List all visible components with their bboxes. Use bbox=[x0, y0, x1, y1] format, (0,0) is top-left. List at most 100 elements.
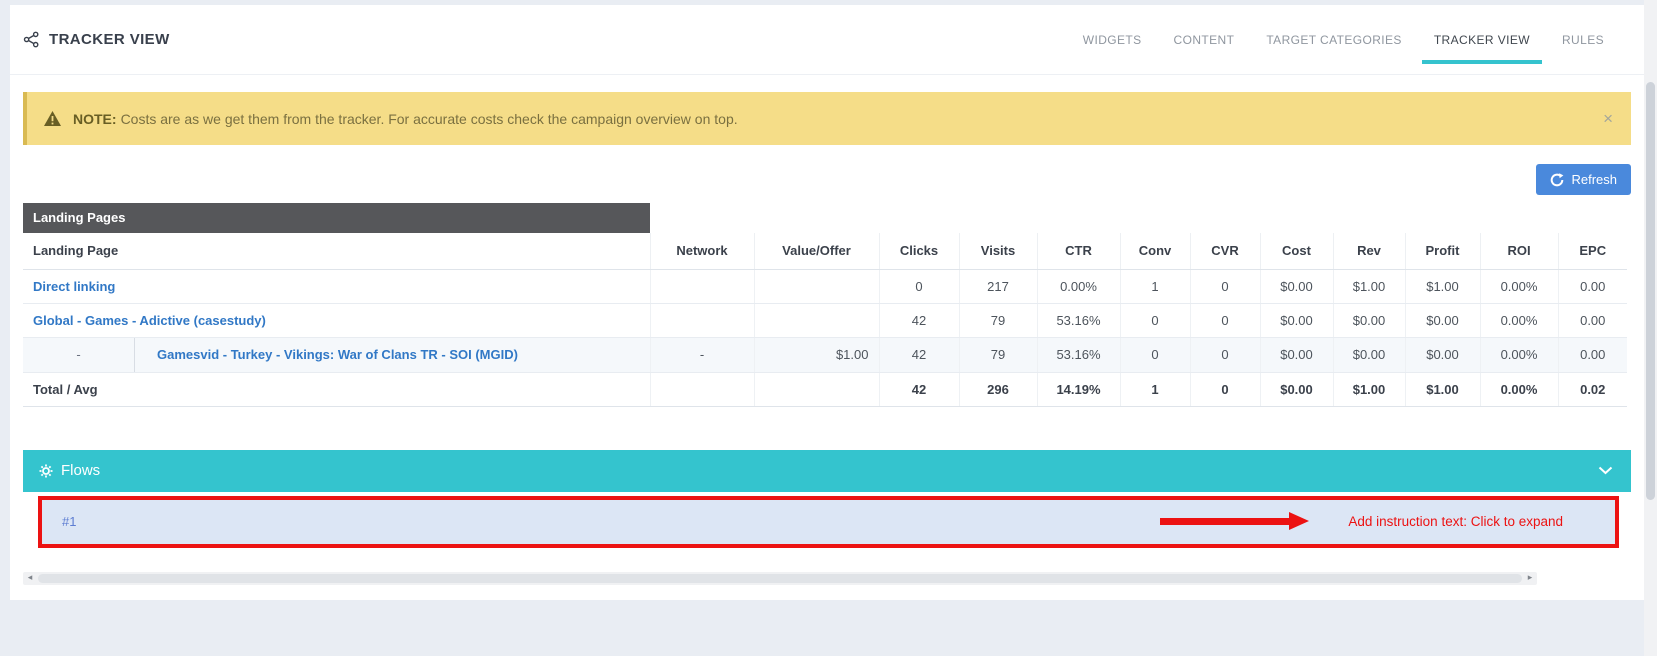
cell-profit: $0.00 bbox=[1404, 303, 1480, 338]
flows-body: #1 Add instruction text: Click to expand bbox=[23, 491, 1631, 560]
vertical-scrollbar[interactable] bbox=[1644, 0, 1657, 656]
cell-network bbox=[649, 303, 754, 338]
flows-header[interactable]: Flows bbox=[23, 449, 1631, 492]
col-value-offer: Value/Offer bbox=[753, 233, 879, 270]
cell-visits: 79 bbox=[958, 337, 1037, 373]
cell-visits: 79 bbox=[958, 303, 1037, 338]
cell-rev: $0.00 bbox=[1332, 337, 1405, 373]
table-subrow: - Gamesvid - Turkey - Vikings: War of Cl… bbox=[23, 337, 1627, 373]
cell-ctr: 53.16% bbox=[1036, 337, 1120, 373]
cell-clicks: 0 bbox=[878, 269, 959, 304]
cell-profit: $1.00 bbox=[1404, 372, 1480, 407]
subrow-dash: - bbox=[23, 337, 135, 372]
cell-cvr: 0 bbox=[1189, 303, 1260, 338]
cell-network bbox=[649, 269, 754, 304]
cell-visits: 296 bbox=[958, 372, 1037, 407]
cell-clicks: 42 bbox=[878, 337, 959, 373]
cell-cvr: 0 bbox=[1189, 372, 1260, 407]
col-conv: Conv bbox=[1119, 233, 1190, 270]
cell-cvr: 0 bbox=[1189, 337, 1260, 373]
cell-conv: 1 bbox=[1119, 372, 1190, 407]
cell-roi: 0.00% bbox=[1479, 269, 1558, 304]
table-header-row: Landing Page Network Value/Offer Clicks … bbox=[23, 233, 1627, 270]
cell-profit: $1.00 bbox=[1404, 269, 1480, 304]
cell-ctr: 53.16% bbox=[1036, 303, 1120, 338]
cell-rev: $0.00 bbox=[1332, 303, 1405, 338]
tab-content[interactable]: CONTENT bbox=[1174, 33, 1235, 47]
col-roi: ROI bbox=[1479, 233, 1558, 270]
top-bar: TRACKER VIEW WIDGETS CONTENT TARGET CATE… bbox=[10, 5, 1644, 75]
chevron-down-icon[interactable] bbox=[1598, 466, 1613, 475]
table-row: Global - Games - Adictive (casestudy) 42… bbox=[23, 303, 1627, 338]
annotation-arrow bbox=[1160, 512, 1310, 530]
landing-page-link[interactable]: Global - Games - Adictive (casestudy) bbox=[33, 313, 266, 328]
scroll-left-arrow-icon[interactable]: ◂ bbox=[23, 572, 37, 585]
cell-value-offer bbox=[753, 269, 879, 304]
cell-roi: 0.00% bbox=[1479, 372, 1558, 407]
col-visits: Visits bbox=[958, 233, 1037, 270]
refresh-button[interactable]: Refresh bbox=[1536, 164, 1631, 195]
warning-icon bbox=[43, 110, 62, 127]
col-clicks: Clicks bbox=[878, 233, 959, 270]
cell-cost: $0.00 bbox=[1259, 303, 1333, 338]
tab-tracker-view[interactable]: TRACKER VIEW bbox=[1421, 33, 1543, 64]
cell-cost: $0.00 bbox=[1259, 269, 1333, 304]
cell-cvr: 0 bbox=[1189, 269, 1260, 304]
cell-network bbox=[649, 372, 754, 407]
cell-rev: $1.00 bbox=[1332, 372, 1405, 407]
cell-conv: 0 bbox=[1119, 303, 1190, 338]
cell-conv: 1 bbox=[1119, 269, 1190, 304]
flows-title: Flows bbox=[61, 462, 101, 479]
col-network: Network bbox=[649, 233, 754, 270]
cell-roi: 0.00% bbox=[1479, 303, 1558, 338]
horizontal-scrollbar[interactable]: ◂ ▸ bbox=[23, 571, 1537, 585]
cell-epc: 0.02 bbox=[1557, 372, 1627, 407]
offer-link[interactable]: Gamesvid - Turkey - Vikings: War of Clan… bbox=[135, 338, 518, 372]
cell-epc: 0.00 bbox=[1557, 303, 1627, 338]
cell-cost: $0.00 bbox=[1259, 337, 1333, 373]
col-cost: Cost bbox=[1259, 233, 1333, 270]
col-cvr: CVR bbox=[1189, 233, 1260, 270]
main-card: TRACKER VIEW WIDGETS CONTENT TARGET CATE… bbox=[10, 5, 1644, 600]
cell-value-offer bbox=[753, 372, 879, 407]
cell-ctr: 14.19% bbox=[1036, 372, 1120, 407]
tab-widgets[interactable]: WIDGETS bbox=[1083, 33, 1142, 47]
landing-pages-table: Landing Page Network Value/Offer Clicks … bbox=[23, 233, 1627, 407]
cell-profit: $0.00 bbox=[1404, 337, 1480, 373]
table-row: Direct linking 0 217 0.00% 1 0 $0.00 $1.… bbox=[23, 269, 1627, 304]
cell-value-offer: $1.00 bbox=[753, 337, 879, 373]
vertical-scrollbar-thumb[interactable] bbox=[1646, 82, 1655, 500]
note-text: NOTE: Costs are as we get them from the t… bbox=[73, 110, 738, 127]
refresh-icon bbox=[1550, 172, 1564, 187]
col-profit: Profit bbox=[1404, 233, 1480, 270]
nav-tabs: WIDGETS CONTENT TARGET CATEGORIES TRACKE… bbox=[1083, 33, 1604, 64]
flow-label: #1 bbox=[62, 514, 77, 529]
cell-network: - bbox=[649, 337, 754, 373]
close-icon[interactable]: × bbox=[1603, 110, 1613, 127]
landing-pages-caption: Landing Pages bbox=[23, 203, 650, 233]
col-ctr: CTR bbox=[1036, 233, 1120, 270]
cell-rev: $1.00 bbox=[1332, 269, 1405, 304]
annotation-highlight-box: #1 Add instruction text: Click to expand bbox=[38, 495, 1619, 548]
gear-icon bbox=[39, 464, 53, 478]
cell-conv: 0 bbox=[1119, 337, 1190, 373]
col-epc: EPC bbox=[1557, 233, 1627, 270]
tab-rules[interactable]: RULES bbox=[1562, 33, 1604, 47]
cell-value-offer bbox=[753, 303, 879, 338]
flow-row[interactable]: #1 Add instruction text: Click to expand bbox=[42, 499, 1615, 544]
col-landing-page: Landing Page bbox=[23, 233, 650, 270]
cell-cost: $0.00 bbox=[1259, 372, 1333, 407]
landing-page-link[interactable]: Direct linking bbox=[33, 279, 115, 294]
table-total-row: Total / Avg 42 296 14.19% 1 0 $0.00 $1.0… bbox=[23, 372, 1627, 407]
cell-ctr: 0.00% bbox=[1036, 269, 1120, 304]
note-banner: NOTE: Costs are as we get them from the t… bbox=[23, 92, 1631, 145]
share-icon bbox=[23, 31, 40, 48]
scroll-right-arrow-icon[interactable]: ▸ bbox=[1523, 572, 1537, 585]
tab-target-categories[interactable]: TARGET CATEGORIES bbox=[1266, 33, 1401, 47]
annotation-text: Add instruction text: Click to expand bbox=[1348, 514, 1563, 529]
cell-clicks: 42 bbox=[878, 372, 959, 407]
cell-visits: 217 bbox=[958, 269, 1037, 304]
cell-clicks: 42 bbox=[878, 303, 959, 338]
col-rev: Rev bbox=[1332, 233, 1405, 270]
horizontal-scrollbar-thumb[interactable] bbox=[38, 573, 1522, 583]
